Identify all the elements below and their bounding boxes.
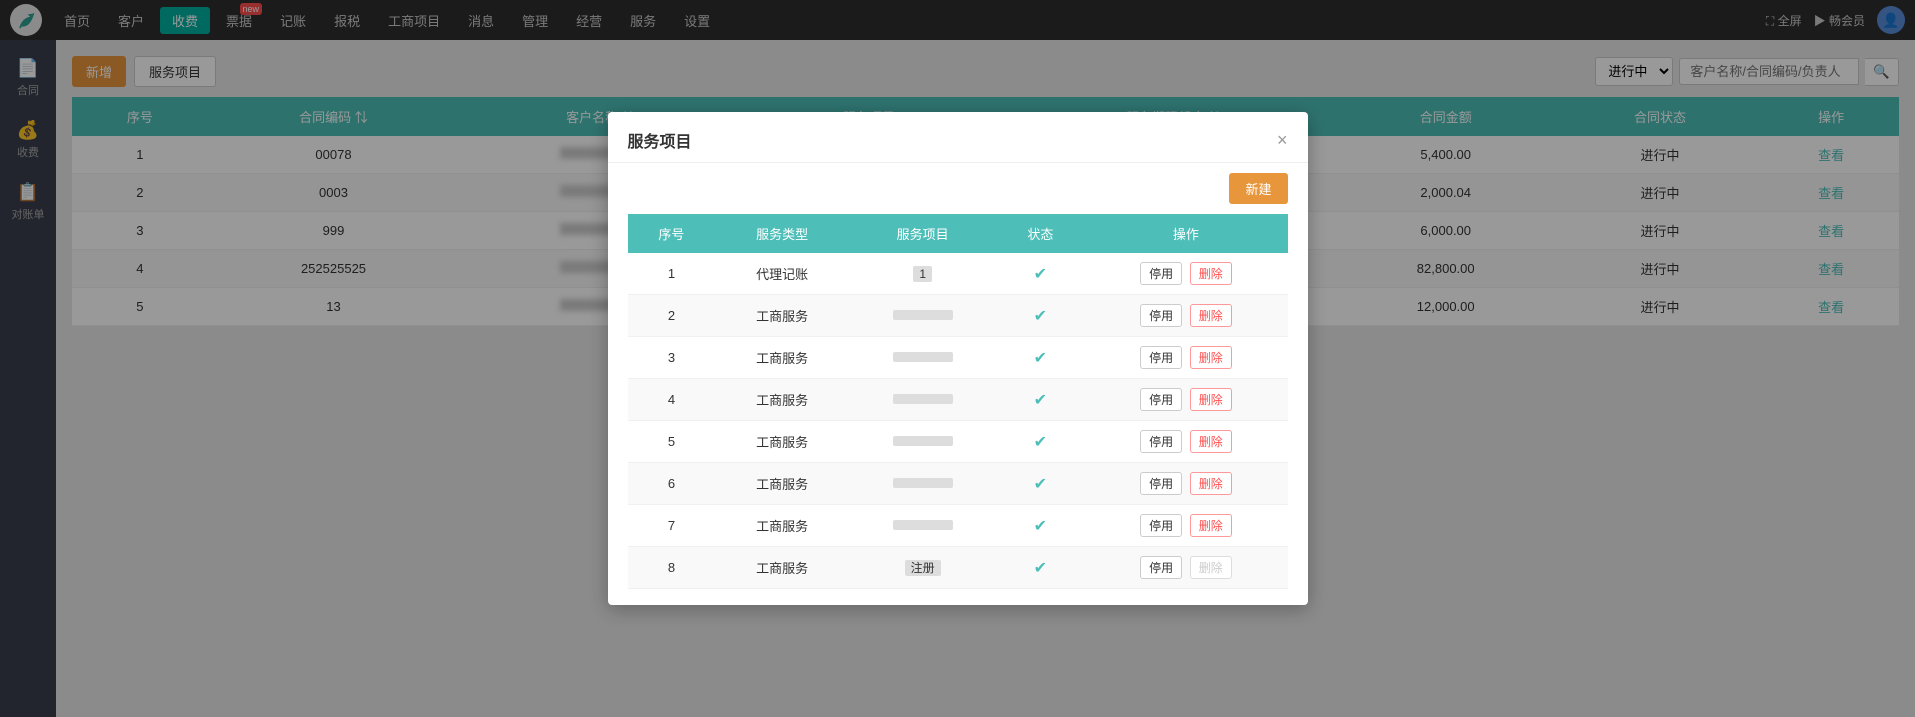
delete-button[interactable]: 删除 [1190,262,1232,285]
modal-col-status: 状态 [996,214,1084,253]
stop-button[interactable]: 停用 [1140,304,1182,327]
stop-button[interactable]: 停用 [1140,472,1182,495]
cell-status: ✔ [996,505,1084,547]
cell-type: 工商服务 [715,421,849,463]
delete-button[interactable]: 删除 [1190,388,1232,411]
cell-item [849,463,997,505]
list-item: 7 工商服务 ✔ 停用 删除 [628,505,1288,547]
modal-header: 服务项目 × [608,112,1308,163]
status-check-icon: ✔ [1034,392,1047,409]
stop-button[interactable]: 停用 [1140,430,1182,453]
stop-button[interactable]: 停用 [1140,388,1182,411]
service-items-modal: 服务项目 × 新建 序号 服务类型 服务项目 状态 操作 1 [608,112,1308,605]
cell-type: 工商服务 [715,505,849,547]
delete-button[interactable]: 删除 [1190,346,1232,369]
cell-type: 工商服务 [715,463,849,505]
cell-item [849,505,997,547]
modal-col-item: 服务项目 [849,214,997,253]
cell-type: 工商服务 [715,379,849,421]
status-check-icon: ✔ [1034,308,1047,325]
stop-button[interactable]: 停用 [1140,556,1182,579]
cell-operations: 停用 删除 [1084,337,1287,379]
list-item: 2 工商服务 ✔ 停用 删除 [628,295,1288,337]
cell-id: 2 [628,295,716,337]
cell-operations: 停用 删除 [1084,547,1287,589]
cell-operations: 停用 删除 [1084,505,1287,547]
cell-item [849,295,997,337]
cell-type: 工商服务 [715,337,849,379]
cell-item [849,421,997,463]
modal-title: 服务项目 [628,128,692,152]
status-check-icon: ✔ [1034,476,1047,493]
modal-col-action: 操作 [1084,214,1287,253]
list-item: 3 工商服务 ✔ 停用 删除 [628,337,1288,379]
modal-toolbar: 新建 [608,163,1308,214]
cell-id: 4 [628,379,716,421]
cell-item [849,337,997,379]
cell-item: 1 [849,253,997,295]
cell-operations: 停用 删除 [1084,421,1287,463]
list-item: 4 工商服务 ✔ 停用 删除 [628,379,1288,421]
cell-id: 7 [628,505,716,547]
cell-item [849,379,997,421]
status-check-icon: ✔ [1034,350,1047,367]
modal-close-button[interactable]: × [1277,131,1288,149]
modal-new-button[interactable]: 新建 [1229,173,1287,204]
delete-button[interactable]: 删除 [1190,514,1232,537]
cell-id: 1 [628,253,716,295]
modal-col-index: 序号 [628,214,716,253]
delete-button[interactable]: 删除 [1190,304,1232,327]
cell-type: 代理记账 [715,253,849,295]
stop-button[interactable]: 停用 [1140,262,1182,285]
status-check-icon: ✔ [1034,434,1047,451]
cell-operations: 停用 删除 [1084,379,1287,421]
modal-body: 序号 服务类型 服务项目 状态 操作 1 代理记账 1 ✔ 停用 删除 2 工商… [608,214,1308,605]
cell-status: ✔ [996,463,1084,505]
cell-id: 8 [628,547,716,589]
list-item: 6 工商服务 ✔ 停用 删除 [628,463,1288,505]
delete-button[interactable]: 删除 [1190,472,1232,495]
cell-operations: 停用 删除 [1084,463,1287,505]
cell-item: 注册 [849,547,997,589]
list-item: 5 工商服务 ✔ 停用 删除 [628,421,1288,463]
cell-status: ✔ [996,379,1084,421]
cell-id: 5 [628,421,716,463]
modal-overlay[interactable]: 服务项目 × 新建 序号 服务类型 服务项目 状态 操作 1 [0,0,1915,717]
cell-status: ✔ [996,253,1084,295]
modal-col-type: 服务类型 [715,214,849,253]
status-check-icon: ✔ [1034,518,1047,535]
cell-type: 工商服务 [715,295,849,337]
delete-button[interactable]: 删除 [1190,430,1232,453]
cell-status: ✔ [996,421,1084,463]
status-check-icon: ✔ [1034,266,1047,283]
cell-operations: 停用 删除 [1084,253,1287,295]
list-item: 8 工商服务 注册 ✔ 停用 删除 [628,547,1288,589]
cell-id: 3 [628,337,716,379]
cell-id: 6 [628,463,716,505]
cell-status: ✔ [996,547,1084,589]
stop-button[interactable]: 停用 [1140,514,1182,537]
delete-button[interactable]: 删除 [1190,556,1232,579]
list-item: 1 代理记账 1 ✔ 停用 删除 [628,253,1288,295]
status-check-icon: ✔ [1034,560,1047,577]
cell-operations: 停用 删除 [1084,295,1287,337]
service-table: 序号 服务类型 服务项目 状态 操作 1 代理记账 1 ✔ 停用 删除 2 工商… [628,214,1288,589]
cell-status: ✔ [996,337,1084,379]
stop-button[interactable]: 停用 [1140,346,1182,369]
cell-status: ✔ [996,295,1084,337]
cell-type: 工商服务 [715,547,849,589]
